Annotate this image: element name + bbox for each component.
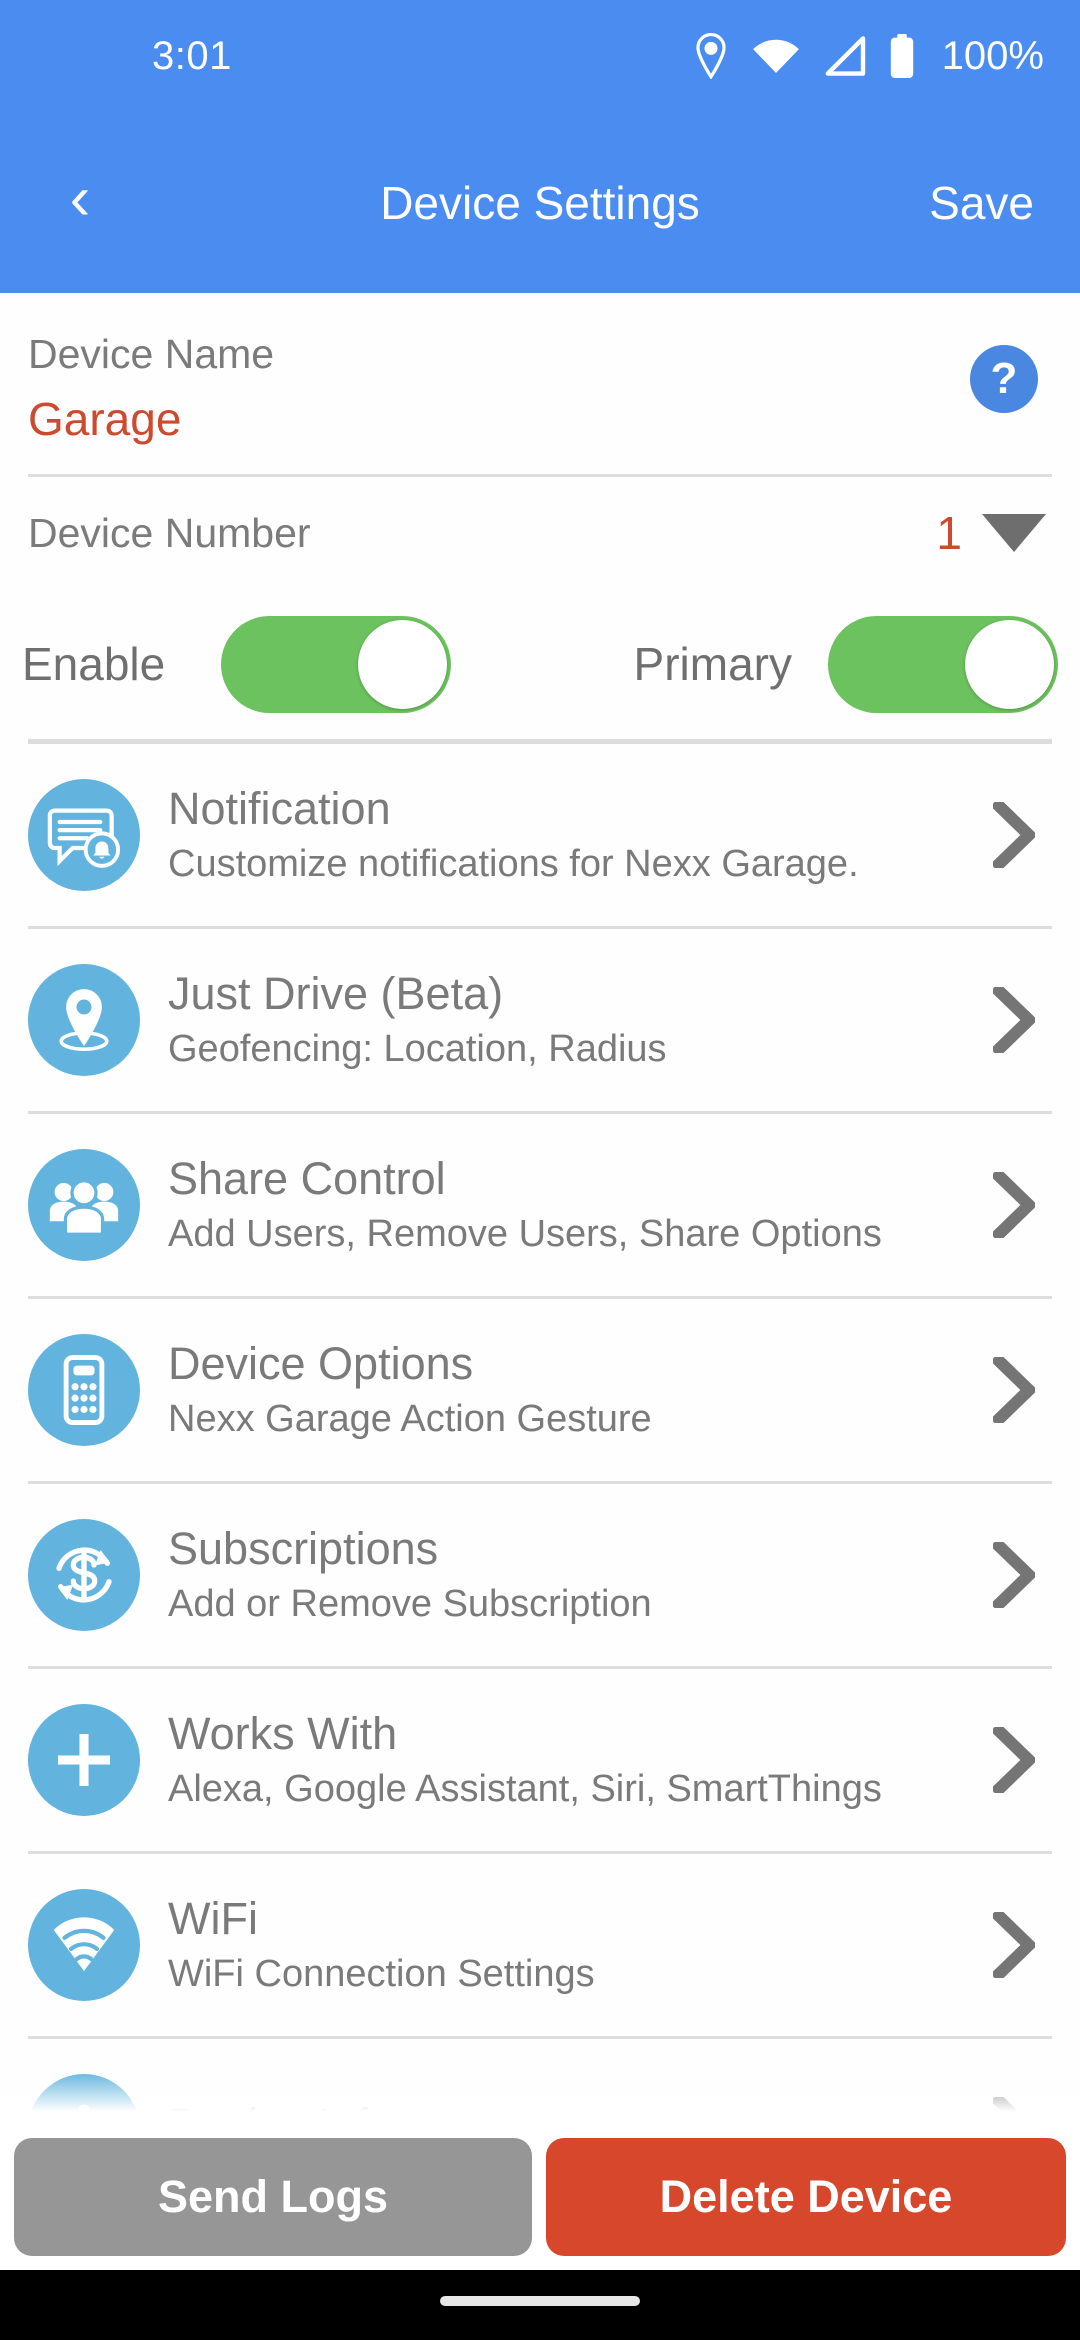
list-item-title: Device Options [168,1338,474,1390]
send-logs-button[interactable]: Send Logs [14,2137,532,2256]
enable-toggle[interactable] [221,615,452,713]
list-item-subtitle: Add or Remove Subscription [168,1583,652,1626]
list-item-text: Device Info [168,2099,984,2123]
list-item[interactable]: Just Drive (Beta) Geofencing: Location, … [0,929,1080,1111]
chevron-right-icon[interactable] [984,1535,1044,1615]
notification-bubble-icon [28,779,140,891]
device-number-field[interactable]: Device Number 1 [0,477,1080,589]
plus-icon [28,1704,140,1816]
list-item-text: Works With Alexa, Google Assistant, Siri… [168,1708,984,1811]
calculator-icon [28,1334,140,1446]
list-item-text: WiFi WiFi Connection Settings [168,1893,984,1996]
device-name-field[interactable]: Device Name Garage ? [0,293,1080,474]
page-title: Device Settings [380,176,700,229]
primary-toggle[interactable] [828,615,1058,713]
settings-scroll-area[interactable]: Device Name Garage ? Device Number 1 Ena… [0,293,1080,2123]
people-group-icon [28,1149,140,1261]
list-item-subtitle: Alexa, Google Assistant, Siri, SmartThin… [168,1768,882,1811]
status-bar: 3:01 100% [0,0,1080,112]
list-item-text: Just Drive (Beta) Geofencing: Location, … [168,968,984,1071]
help-icon[interactable]: ? [970,345,1038,413]
chevron-right-icon[interactable] [984,795,1044,875]
list-item-text: Subscriptions Add or Remove Subscription [168,1523,984,1626]
list-item-text: Device Options Nexx Garage Action Gestur… [168,1338,984,1441]
list-item-title: Share Control [168,1153,446,1205]
cellular-signal-icon [822,36,866,76]
chevron-right-icon[interactable] [984,1165,1044,1245]
list-item[interactable]: Device Info [0,2039,1080,2123]
list-item-title: WiFi [168,1893,258,1945]
save-button[interactable]: Save [929,176,1034,230]
device-number-value: 1 [936,507,962,559]
list-item[interactable]: Works With Alexa, Google Assistant, Siri… [0,1669,1080,1851]
status-bar-icons: 100% [692,0,1044,112]
list-item-title: Subscriptions [168,1523,439,1575]
enable-toggle-label: Enable [22,638,166,690]
list-item-subtitle: Nexx Garage Action Gesture [168,1398,652,1441]
wifi-icon [28,1889,140,2001]
chevron-right-icon[interactable] [984,1720,1044,1800]
toggle-knob [358,619,448,709]
chevron-right-icon[interactable] [984,2090,1044,2123]
battery-percent-label: 100% [941,33,1044,78]
list-item[interactable]: Device Options Nexx Garage Action Gestur… [0,1299,1080,1481]
list-item-title: Just Drive (Beta) [168,968,504,1020]
list-item[interactable]: Share Control Add Users, Remove Users, S… [0,1114,1080,1296]
list-item-title: Notification [168,783,391,835]
chevron-right-icon[interactable] [984,1905,1044,1985]
list-item-subtitle: WiFi Connection Settings [168,1953,595,1996]
list-item-text: Notification Customize notifications for… [168,783,984,886]
primary-toggle-label: Primary [633,638,792,690]
gesture-home-pill[interactable] [440,2296,640,2306]
bottom-action-bar: Send Logs Delete Device [0,2123,1080,2270]
info-icon [28,2074,140,2123]
chevron-down-icon[interactable] [982,514,1046,552]
list-item-subtitle: Customize notifications for Nexx Garage. [168,843,859,886]
list-item-subtitle: Geofencing: Location, Radius [168,1028,667,1071]
list-item-text: Share Control Add Users, Remove Users, S… [168,1153,984,1256]
delete-device-button[interactable]: Delete Device [546,2137,1066,2256]
app-bar: ‹ Device Settings Save [0,112,1080,293]
system-navigation-bar [0,2270,1080,2340]
device-number-label: Device Number [28,509,311,556]
list-item-title: Works With [168,1708,398,1760]
dollar-refresh-icon [28,1519,140,1631]
device-name-value[interactable]: Garage [28,392,1052,446]
battery-icon [888,34,916,78]
list-item-title: Device Info [168,2099,984,2123]
wifi-icon [752,36,800,76]
chevron-right-icon[interactable] [984,980,1044,1060]
list-item[interactable]: WiFi WiFi Connection Settings [0,1854,1080,2036]
location-pin-icon [692,33,730,79]
list-item[interactable]: Notification Customize notifications for… [0,744,1080,926]
location-pin-icon [28,964,140,1076]
status-bar-clock: 3:01 [152,33,232,78]
device-name-label: Device Name [28,331,275,377]
chevron-right-icon[interactable] [984,1350,1044,1430]
list-item[interactable]: Subscriptions Add or Remove Subscription [0,1484,1080,1666]
toggle-knob [965,619,1054,709]
list-item-subtitle: Add Users, Remove Users, Share Options [168,1213,882,1256]
toggle-row: Enable Primary [0,589,1080,739]
